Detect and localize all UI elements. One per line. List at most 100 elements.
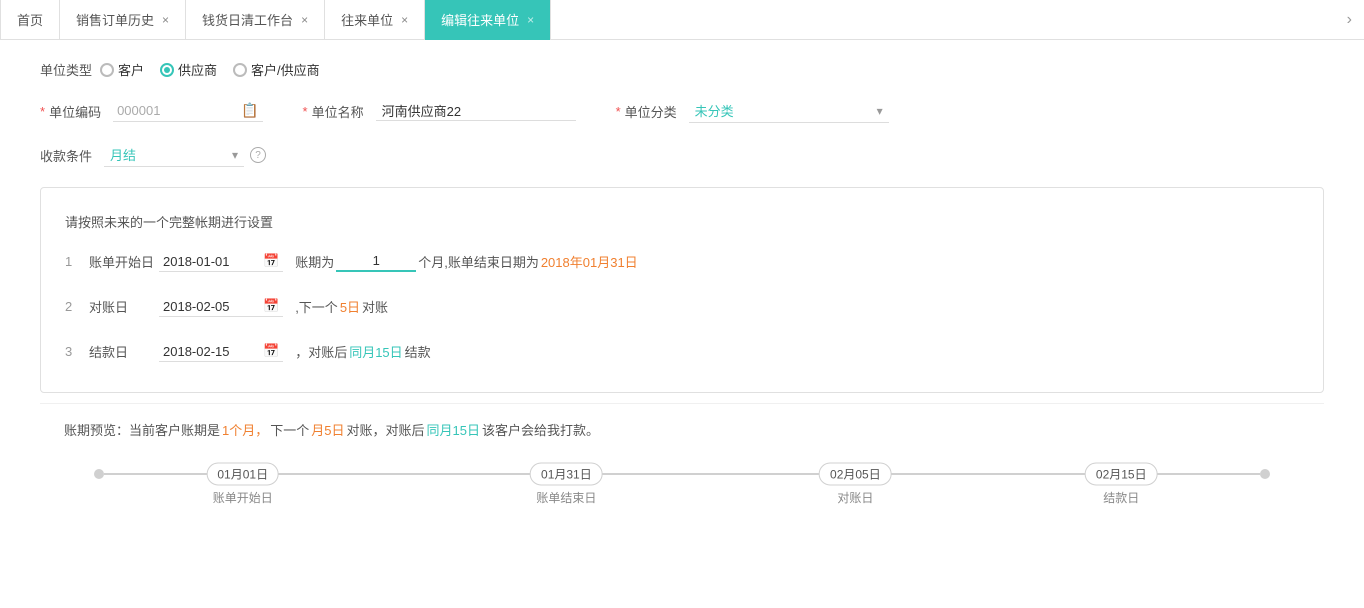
row-2-desc-after: 对账 xyxy=(362,297,388,316)
row-2-num: 2 xyxy=(65,299,89,314)
preview-suffix: 该客户会给我打款。 xyxy=(482,420,599,439)
payment-terms-label: 收款条件 xyxy=(40,146,92,165)
unit-code-label: 单位编码 xyxy=(49,102,101,121)
row-3-desc-after: 结款 xyxy=(405,342,431,361)
tab-home[interactable]: 首页 xyxy=(0,0,60,40)
radio-both[interactable]: 客户/供应商 xyxy=(233,60,320,79)
timeline-node-4-badge: 02月15日 xyxy=(1085,463,1158,486)
tab-sales-history[interactable]: 销售订单历史 × xyxy=(60,0,186,40)
preview-payment-day: 同月15日 xyxy=(427,420,480,439)
tab-cash-work-label: 钱货日清工作台 xyxy=(202,10,293,29)
payment-terms-value: 月结 xyxy=(110,145,228,164)
tab-cash-work[interactable]: 钱货日清工作台 × xyxy=(186,0,325,40)
timeline-end-dot xyxy=(1260,469,1270,479)
row-3-desc: ，对账后 同月15日 结款 xyxy=(295,342,431,361)
radio-supplier[interactable]: 供应商 xyxy=(160,60,217,79)
tab-sales-history-close[interactable]: × xyxy=(162,13,169,27)
preview-reconcile-day: 月5日 xyxy=(311,420,344,439)
row-1-desc-unit: 个月,账单结束日期为 xyxy=(418,252,539,271)
radio-both-circle xyxy=(233,63,247,77)
row-3-desc-before: ，对账后 xyxy=(295,342,347,361)
row-3-num: 3 xyxy=(65,344,89,359)
row-1-num: 1 xyxy=(65,254,89,269)
timeline-node-3-badge: 02月05日 xyxy=(819,463,892,486)
timeline-track-row: 01月01日 01月31日 02月05日 02月15日 xyxy=(94,469,1270,479)
row-2-desc: ,下一个 5日 对账 xyxy=(295,297,388,316)
row-3-highlight: 同月15日 xyxy=(349,342,402,361)
settings-row-2: 2 对账日 📅 ,下一个 5日 对账 xyxy=(65,296,1299,317)
unit-code-field: * 单位编码 📋 xyxy=(40,100,263,122)
timeline-node-1: 01月01日 xyxy=(206,463,279,486)
row-3-label: 结款日 xyxy=(89,342,159,361)
unit-category-label: 单位分类 xyxy=(625,102,677,121)
tab-counterparty-close[interactable]: × xyxy=(401,13,408,27)
row-2-desc-before: ,下一个 xyxy=(295,297,338,316)
row-1-desc: 账期为 个月,账单结束日期为 2018年01月31日 xyxy=(295,251,637,272)
timeline-node-3: 02月05日 xyxy=(819,463,892,486)
settings-title: 请按照未来的一个完整帐期进行设置 xyxy=(65,212,1299,231)
unit-category-field: * 单位分类 未分类 ▾ xyxy=(616,99,889,123)
unit-category-arrow-icon: ▾ xyxy=(877,104,883,118)
unit-name-label: 单位名称 xyxy=(312,102,364,121)
unit-type-label: 单位类型 xyxy=(40,60,92,79)
row-1-calendar-icon[interactable]: 📅 xyxy=(263,253,279,269)
settings-row-1: 1 账单开始日 📅 账期为 个月,账单结束日期为 2018年01月31日 xyxy=(65,251,1299,272)
main-content: 单位类型 客户 供应商 客户/供应商 * 单位编码 xyxy=(0,40,1364,608)
payment-terms-select[interactable]: 月结 ▾ xyxy=(104,143,244,167)
timeline-node-2-badge: 01月31日 xyxy=(530,463,603,486)
unit-name-field: * 单位名称 xyxy=(303,101,576,121)
unit-category-value: 未分类 xyxy=(695,101,873,120)
timeline-label-1: 账单开始日 xyxy=(213,489,273,506)
unit-code-input[interactable] xyxy=(117,103,237,118)
row-2-highlight: 5日 xyxy=(340,297,360,316)
unit-name-input[interactable] xyxy=(376,101,576,121)
timeline-label-3: 对账日 xyxy=(837,489,873,506)
row-1-end-date: 2018年01月31日 xyxy=(541,252,638,271)
help-icon[interactable]: ? xyxy=(250,147,266,163)
tab-sales-history-label: 销售订单历史 xyxy=(76,10,154,29)
timeline-node-2: 01月31日 xyxy=(530,463,603,486)
unit-code-required-star: * xyxy=(40,104,45,119)
radio-customer-label: 客户 xyxy=(118,60,144,79)
preview-reconcile-prefix: 下一个 xyxy=(270,420,309,439)
tab-edit-counterparty-label: 编辑往来单位 xyxy=(441,10,519,29)
tab-more-button[interactable]: › xyxy=(1335,11,1364,29)
radio-customer[interactable]: 客户 xyxy=(100,60,144,79)
unit-code-copy-icon[interactable]: 📋 xyxy=(241,102,258,119)
radio-supplier-circle xyxy=(160,63,174,77)
timeline-container: 01月01日 01月31日 02月05日 02月15日 xyxy=(64,469,1300,519)
timeline-node-1-badge: 01月01日 xyxy=(206,463,279,486)
payment-terms-arrow-icon: ▾ xyxy=(232,148,238,162)
unit-name-required-star: * xyxy=(303,104,308,119)
unit-type-radio-group: 客户 供应商 客户/供应商 xyxy=(100,60,320,79)
row-3-date-field[interactable] xyxy=(163,344,263,359)
tab-counterparty[interactable]: 往来单位 × xyxy=(325,0,425,40)
tab-bar: 首页 销售订单历史 × 钱货日清工作台 × 往来单位 × 编辑往来单位 × › xyxy=(0,0,1364,40)
payment-terms-field: 收款条件 月结 ▾ ? xyxy=(40,143,266,167)
tab-edit-counterparty-close[interactable]: × xyxy=(527,13,534,27)
code-name-row: * 单位编码 📋 * 单位名称 * 单位分类 未分类 ▾ xyxy=(40,99,1324,123)
row-2-label: 对账日 xyxy=(89,297,159,316)
unit-category-required-star: * xyxy=(616,104,621,119)
radio-supplier-label: 供应商 xyxy=(178,60,217,79)
row-2-calendar-icon[interactable]: 📅 xyxy=(263,298,279,314)
unit-code-input-wrapper: 📋 xyxy=(113,100,262,122)
timeline-label-4: 结款日 xyxy=(1103,489,1139,506)
preview-section: 账期预览：当前客户账期是 1个月， 下一个 月5日 对账，对账后 同月15日 该… xyxy=(40,403,1324,535)
timeline-node-4: 02月15日 xyxy=(1085,463,1158,486)
tab-counterparty-label: 往来单位 xyxy=(341,10,393,29)
preview-text: 账期预览：当前客户账期是 1个月， 下一个 月5日 对账，对账后 同月15日 该… xyxy=(64,420,1300,439)
row-1-date-field[interactable] xyxy=(163,254,263,269)
tab-edit-counterparty[interactable]: 编辑往来单位 × xyxy=(425,0,551,40)
timeline-label-2: 账单结束日 xyxy=(536,489,596,506)
radio-both-label: 客户/供应商 xyxy=(251,60,320,79)
period-input[interactable] xyxy=(336,251,416,272)
row-3-calendar-icon[interactable]: 📅 xyxy=(263,343,279,359)
unit-category-select[interactable]: 未分类 ▾ xyxy=(689,99,889,123)
tab-cash-work-close[interactable]: × xyxy=(301,13,308,27)
row-2-date-field[interactable] xyxy=(163,299,263,314)
preview-prefix: 账期预览：当前客户账期是 xyxy=(64,420,220,439)
row-2-date-input: 📅 xyxy=(159,296,283,317)
settings-row-3: 3 结款日 📅 ，对账后 同月15日 结款 xyxy=(65,341,1299,362)
radio-customer-circle xyxy=(100,63,114,77)
